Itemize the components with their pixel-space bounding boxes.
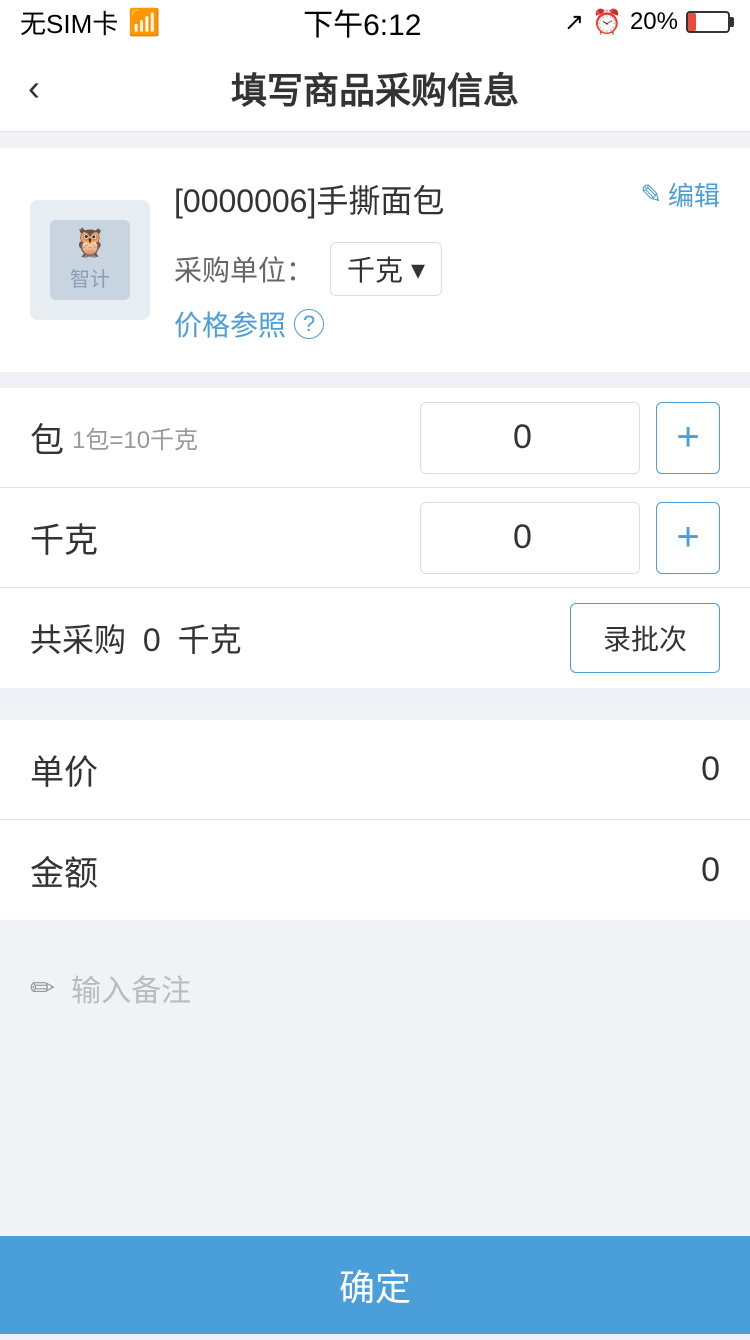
- product-image: 🦉智计: [30, 200, 150, 320]
- alarm-icon: ⏰: [592, 8, 622, 37]
- product-card: 🦉智计 [0000006]手撕面包 采购单位： 千克 ▾ 价格参照 ? ✎ 编辑: [0, 148, 750, 372]
- kg-row: 千克 +: [0, 488, 750, 588]
- edit-button[interactable]: ✎ 编辑: [640, 176, 720, 213]
- product-name: [0000006]手撕面包: [174, 176, 616, 222]
- pencil-icon: ✏: [30, 971, 55, 1006]
- confirm-label: 确定: [339, 1259, 411, 1311]
- unit-select[interactable]: 千克 ▾: [330, 242, 442, 296]
- status-bar: 无SIM卡 📶 下午6:12 ↗ ⏰ 20%: [0, 0, 750, 44]
- summary-prefix: 共采购: [30, 622, 126, 658]
- summary-text: 共采购 0 千克: [30, 615, 242, 661]
- product-logo: 🦉智计: [50, 220, 130, 300]
- notes-section[interactable]: ✏ 输入备注: [0, 936, 750, 1040]
- kg-plus-button[interactable]: +: [656, 502, 720, 574]
- location-icon: ↗: [564, 8, 584, 37]
- pack-row: 包 1包=10千克 +: [0, 388, 750, 488]
- status-right: ↗ ⏰ 20%: [564, 8, 730, 37]
- pack-unit-label: 1包=10千克: [72, 420, 198, 455]
- summary-unit: 千克: [178, 622, 242, 658]
- price-ref-link[interactable]: 价格参照 ?: [174, 304, 616, 344]
- kg-input[interactable]: [420, 502, 640, 574]
- pack-input[interactable]: [420, 402, 640, 474]
- product-unit-row: 采购单位： 千克 ▾: [174, 242, 616, 296]
- wifi-icon: 📶: [128, 7, 160, 38]
- battery-icon: [686, 11, 730, 33]
- kg-label: 千克: [30, 513, 98, 562]
- status-left: 无SIM卡 📶: [20, 4, 161, 41]
- section-divider-2: [0, 688, 750, 704]
- batch-button[interactable]: 录批次: [570, 603, 720, 673]
- unit-value: 千克: [347, 249, 403, 289]
- product-info: [0000006]手撕面包 采购单位： 千克 ▾ 价格参照 ?: [174, 176, 616, 344]
- status-time: 下午6:12: [303, 0, 421, 44]
- carrier-label: 无SIM卡: [20, 4, 118, 41]
- edit-icon: ✎: [640, 179, 662, 210]
- pack-label: 包: [30, 413, 64, 462]
- price-ref-label: 价格参照: [174, 304, 286, 344]
- notes-placeholder: 输入备注: [71, 966, 191, 1010]
- battery-percentage: 20%: [630, 8, 678, 36]
- pack-plus-button[interactable]: +: [656, 402, 720, 474]
- back-button[interactable]: ‹: [28, 67, 40, 109]
- help-icon: ?: [294, 309, 324, 339]
- unit-label: 采购单位：: [174, 249, 314, 289]
- page-title: 填写商品采购信息: [231, 62, 519, 114]
- edit-label: 编辑: [668, 176, 720, 213]
- owl-icon: 🦉智计: [70, 226, 110, 293]
- pack-input-wrap: +: [198, 402, 720, 474]
- price-section: 单价 0 金额 0: [0, 720, 750, 920]
- summary-row: 共采购 0 千克 录批次: [0, 588, 750, 688]
- summary-value: 0: [143, 622, 161, 658]
- amount-label: 金额: [30, 846, 98, 895]
- nav-bar: ‹ 填写商品采购信息: [0, 44, 750, 132]
- unit-price-row: 单价 0: [0, 720, 750, 820]
- product-right-col: ✎ 编辑: [640, 176, 720, 344]
- unit-price-value: 0: [701, 750, 720, 789]
- confirm-bar[interactable]: 确定: [0, 1236, 750, 1334]
- kg-input-wrap: +: [98, 502, 720, 574]
- amount-value: 0: [701, 851, 720, 890]
- section-divider-1: [0, 372, 750, 388]
- dropdown-icon: ▾: [411, 253, 425, 286]
- form-section: 包 1包=10千克 + 千克 + 共采购 0 千克 录批次: [0, 388, 750, 688]
- amount-row: 金额 0: [0, 820, 750, 920]
- unit-price-label: 单价: [30, 745, 98, 794]
